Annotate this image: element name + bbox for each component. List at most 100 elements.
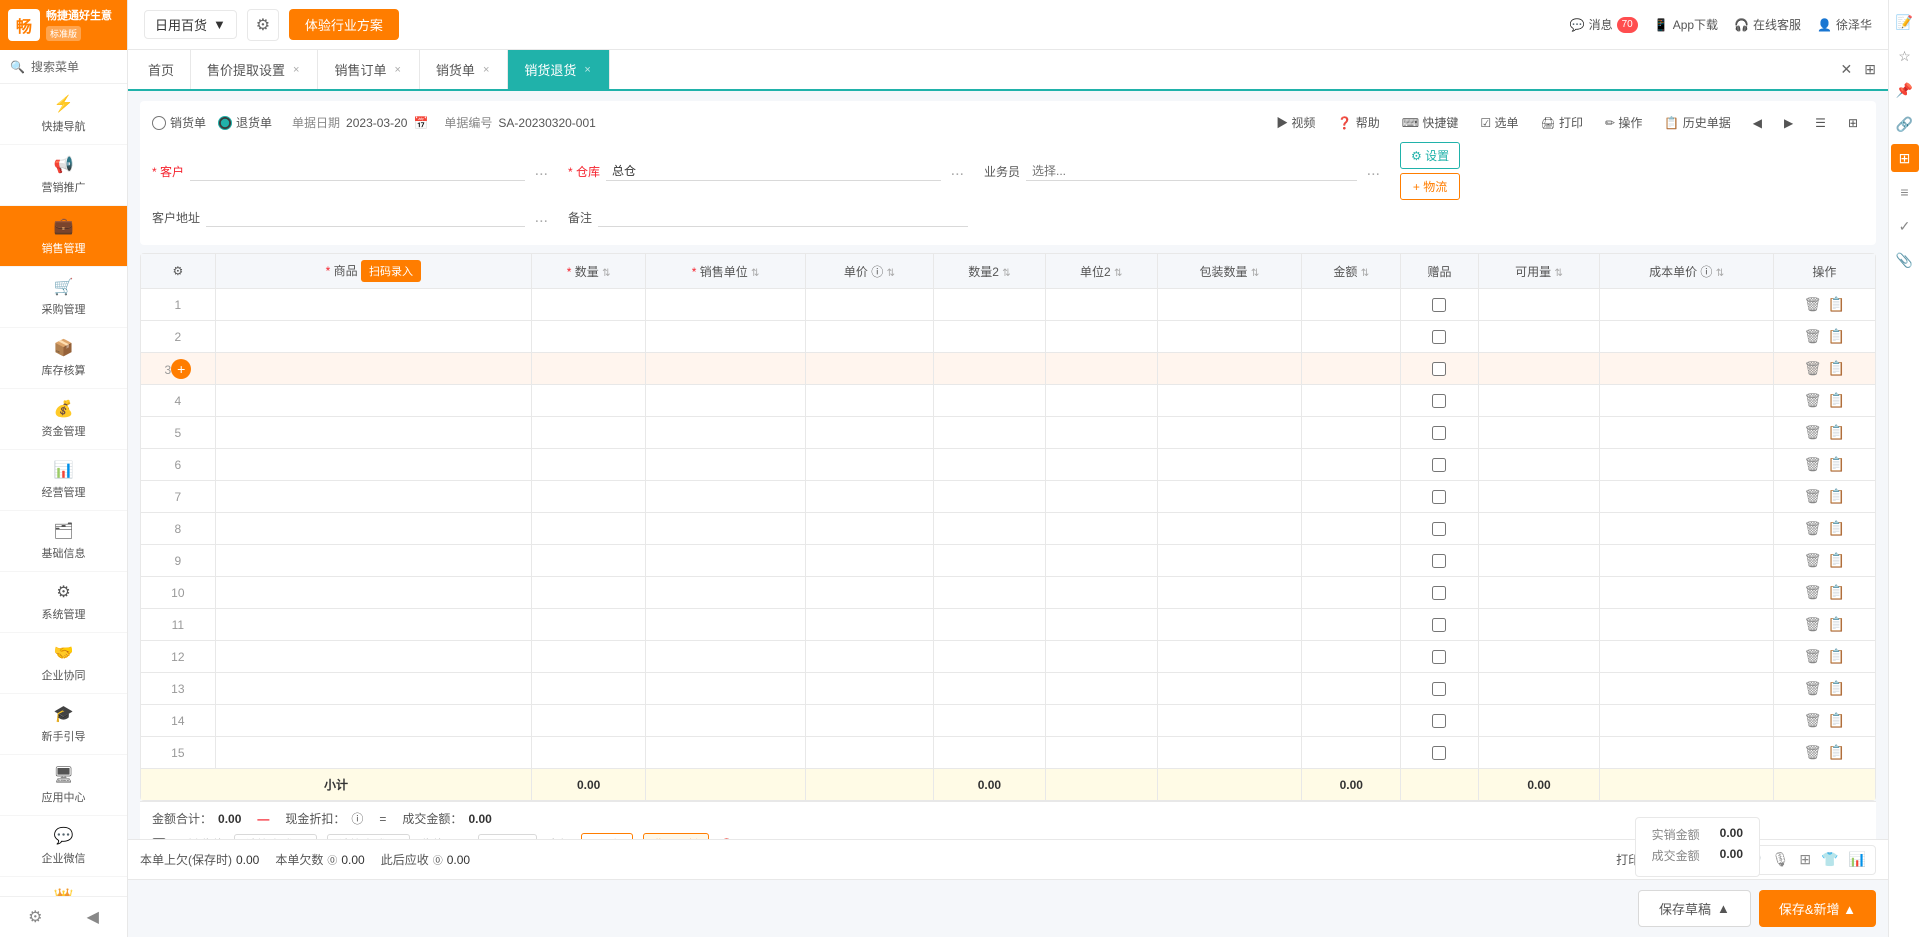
gift-cell-11[interactable] [1401,609,1478,641]
industry-dropdown[interactable]: 日用百货 ▼ [144,10,237,39]
gift-cell-2[interactable] [1401,321,1478,353]
qty2-cell-7[interactable] [934,481,1046,513]
link-icon[interactable]: 🔗 [1891,110,1919,138]
qty2-cell-3[interactable] [934,353,1046,385]
gift-cell-9[interactable] [1401,545,1478,577]
price-cell-11[interactable] [805,609,933,641]
cost-cell-14[interactable] [1600,705,1773,737]
tab-salesShip[interactable]: 销货单× [420,50,508,89]
product-input-6[interactable] [222,458,525,472]
qty-cell-6[interactable] [531,449,645,481]
sidebar-item-purchase[interactable]: 🛒采购管理 [0,267,127,328]
available-cell-6[interactable] [1478,449,1600,481]
copy-btn-8[interactable]: 📋 [1828,520,1845,537]
unit2-cell-8[interactable] [1045,513,1157,545]
delete-btn-9[interactable]: 🗑 [1804,552,1822,569]
warehouse-input[interactable] [606,162,941,181]
qty2-cell-1[interactable] [934,289,1046,321]
qty-cell-15[interactable] [531,737,645,769]
amount-cell-15[interactable] [1302,737,1401,769]
sidebar-item-member[interactable]: 👑畅会员 [0,877,127,896]
available-cell-5[interactable] [1478,417,1600,449]
available-cell-15[interactable] [1478,737,1600,769]
available-cell-14[interactable] [1478,705,1600,737]
toolbar-icon-4[interactable]: 🎙 [1769,849,1793,870]
product-input-15[interactable] [222,746,525,760]
qty-sort-icon[interactable]: ⇅ [602,268,610,279]
cost-cell-15[interactable] [1600,737,1773,769]
qty2-cell-8[interactable] [934,513,1046,545]
qty-cell-8[interactable] [531,513,645,545]
gift-checkbox-11[interactable] [1432,618,1446,632]
unit-cell-3[interactable] [646,353,806,385]
qty-cell-9[interactable] [531,545,645,577]
unit2-cell-12[interactable] [1045,641,1157,673]
qty2-cell-9[interactable] [934,545,1046,577]
available-cell-13[interactable] [1478,673,1600,705]
sidebar-item-inventory[interactable]: 📦库存核算 [0,328,127,389]
product-cell[interactable] [215,737,531,769]
cost-cell-11[interactable] [1600,609,1773,641]
sidebar-item-guide[interactable]: 🎓新手引导 [0,694,127,755]
available-cell-2[interactable] [1478,321,1600,353]
gift-checkbox-8[interactable] [1432,522,1446,536]
tab-close-salesShip[interactable]: × [481,63,491,77]
sidebar-item-basic[interactable]: 🗂基础信息 [0,511,127,572]
packqty-cell-14[interactable] [1157,705,1301,737]
delete-btn-5[interactable]: 🗑 [1804,424,1822,441]
amount-cell-1[interactable] [1302,289,1401,321]
price-cell-9[interactable] [805,545,933,577]
delete-btn-11[interactable]: 🗑 [1804,616,1822,633]
qty-cell-5[interactable] [531,417,645,449]
price-cell-12[interactable] [805,641,933,673]
packqty-cell-9[interactable] [1157,545,1301,577]
print-btn[interactable]: 🖨 打印 [1534,111,1589,134]
gift-cell-15[interactable] [1401,737,1478,769]
star-icon[interactable]: ☆ [1891,42,1919,70]
packqty-cell-6[interactable] [1157,449,1301,481]
product-input-8[interactable] [222,522,525,536]
gift-checkbox-6[interactable] [1432,458,1446,472]
product-input-1[interactable] [222,298,525,312]
product-cell[interactable] [215,577,531,609]
product-cell[interactable] [215,321,531,353]
close-tab-icon[interactable]: ✕ [1837,57,1857,82]
sidebar-item-operation[interactable]: 📊经营管理 [0,450,127,511]
copy-btn-15[interactable]: 📋 [1828,744,1845,761]
radio-return[interactable]: 退货单 [218,114,272,131]
unit-cell-15[interactable] [646,737,806,769]
packqty-cell-1[interactable] [1157,289,1301,321]
copy-btn-12[interactable]: 📋 [1828,648,1845,665]
unit-cell-12[interactable] [646,641,806,673]
cost-cell-2[interactable] [1600,321,1773,353]
packqty-cell-15[interactable] [1157,737,1301,769]
tab-salesOrder[interactable]: 销售订单× [318,50,419,89]
gift-cell-4[interactable] [1401,385,1478,417]
product-cell[interactable] [215,353,531,385]
gift-checkbox-15[interactable] [1432,746,1446,760]
unit2-cell-2[interactable] [1045,321,1157,353]
delete-btn-8[interactable]: 🗑 [1804,520,1822,537]
tab-pricing[interactable]: 售价提取设置× [191,50,318,89]
tab-close-pricing[interactable]: × [291,63,301,77]
unit-cell-1[interactable] [646,289,806,321]
available-cell-4[interactable] [1478,385,1600,417]
product-cell[interactable] [215,385,531,417]
save-new-button[interactable]: 保存&新增 ▲ [1759,890,1876,927]
copy-btn-7[interactable]: 📋 [1828,488,1845,505]
collapse-icon[interactable]: ◀ [87,907,99,927]
product-cell[interactable] [215,641,531,673]
add-row-btn[interactable]: + [171,359,191,379]
list-view-icon[interactable]: ☰ [1809,113,1832,133]
amount-cell-5[interactable] [1302,417,1401,449]
amount-cell-8[interactable] [1302,513,1401,545]
user-profile[interactable]: 👤 徐泽华 [1817,16,1872,33]
header-settings-button[interactable]: ⚙ [247,9,279,41]
qty-cell-4[interactable] [531,385,645,417]
messages-button[interactable]: 💬 消息 70 [1570,16,1638,33]
cost-cell-7[interactable] [1600,481,1773,513]
app-download-button[interactable]: 📱 App下载 [1654,16,1718,33]
unit2-cell-11[interactable] [1045,609,1157,641]
price-cell-10[interactable] [805,577,933,609]
price-cell-6[interactable] [805,449,933,481]
